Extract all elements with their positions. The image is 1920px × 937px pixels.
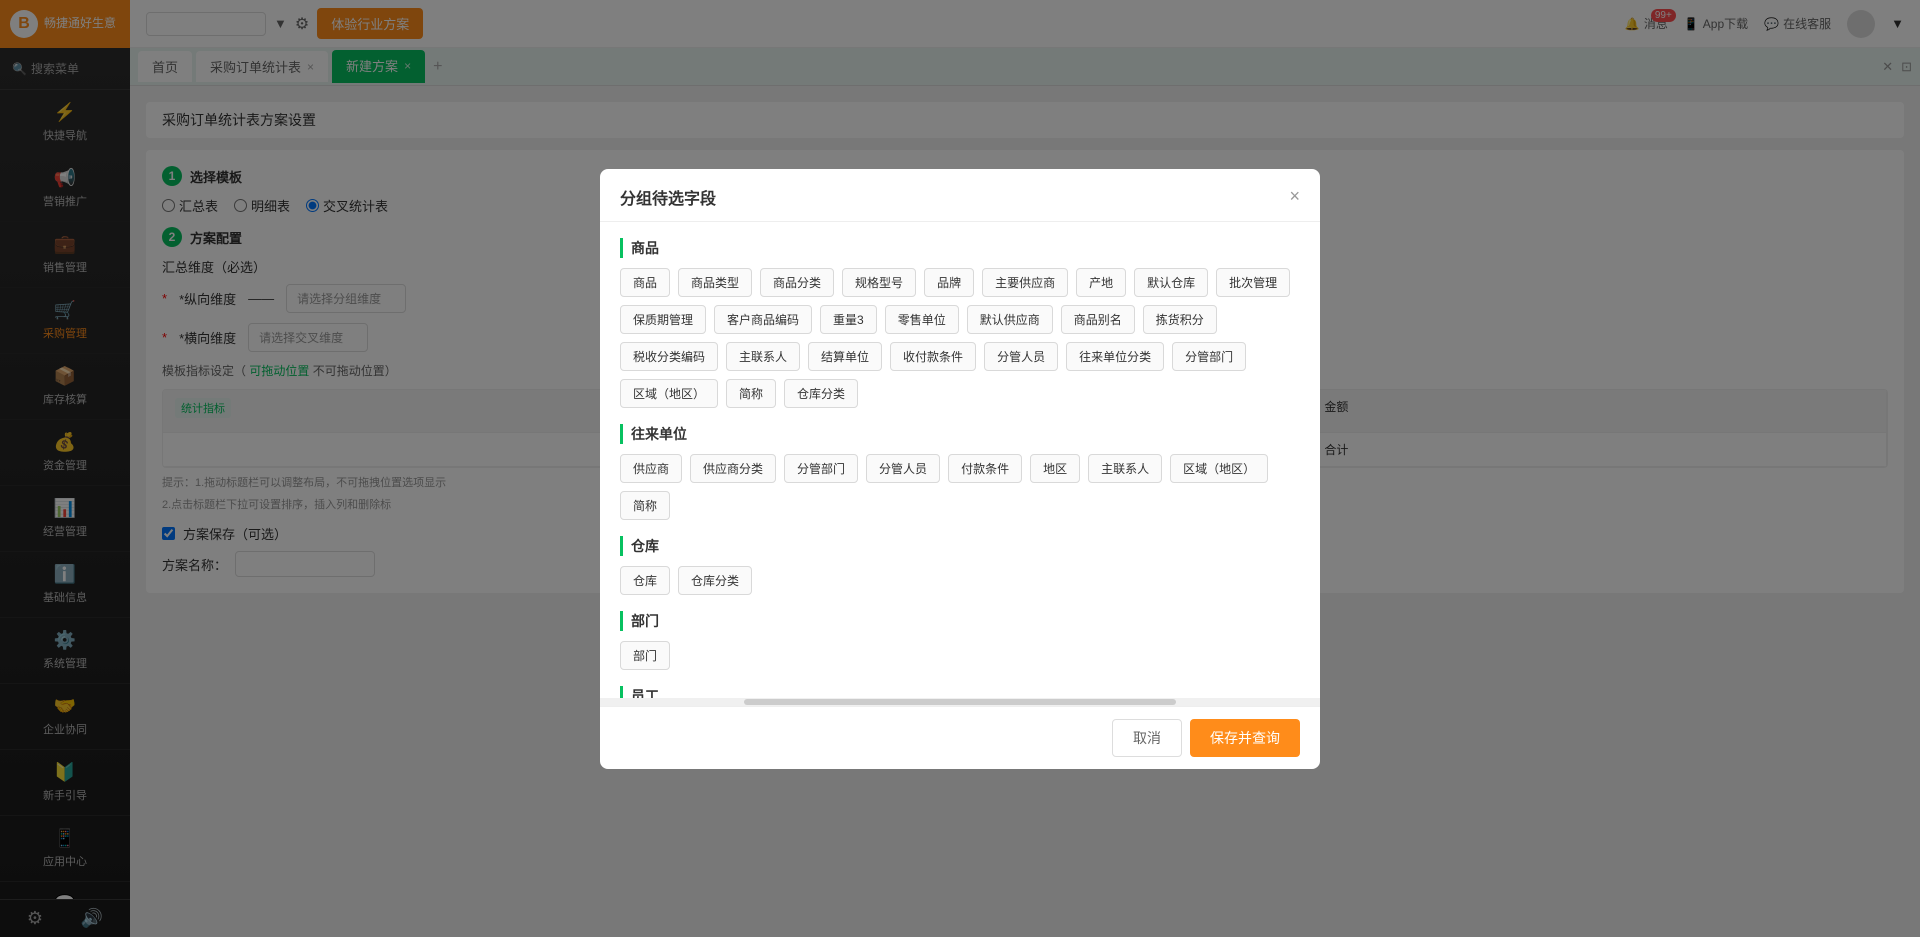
field-tag-goods-7[interactable]: 默认仓库 bbox=[1134, 268, 1208, 297]
field-tag-goods-24[interactable]: 简称 bbox=[726, 379, 776, 408]
field-tag-partner-1[interactable]: 供应商分类 bbox=[690, 454, 776, 483]
field-tags-goods: 商品 商品类型 商品分类 规格型号 品牌 主要供应商 产地 默认仓库 批次管理 … bbox=[620, 268, 1300, 408]
field-tag-partner-6[interactable]: 主联系人 bbox=[1088, 454, 1162, 483]
field-tags-partner: 供应商 供应商分类 分管部门 分管人员 付款条件 地区 主联系人 区域（地区） … bbox=[620, 454, 1300, 520]
field-tag-goods-0[interactable]: 商品 bbox=[620, 268, 670, 297]
field-tag-goods-11[interactable]: 重量3 bbox=[820, 305, 877, 334]
field-group-goods-title: 商品 bbox=[620, 238, 1300, 258]
field-tag-goods-20[interactable]: 分管人员 bbox=[984, 342, 1058, 371]
field-group-department-title: 部门 bbox=[620, 611, 1300, 631]
field-tag-goods-13[interactable]: 默认供应商 bbox=[967, 305, 1053, 334]
field-group-goods: 商品 商品 商品类型 商品分类 规格型号 品牌 主要供应商 产地 默认仓库 批次… bbox=[620, 238, 1300, 408]
modal-footer: 取消 保存并查询 bbox=[600, 706, 1320, 769]
field-tag-goods-5[interactable]: 主要供应商 bbox=[982, 268, 1068, 297]
field-group-partner-title: 往来单位 bbox=[620, 424, 1300, 444]
field-group-employee: 员工 业务员 bbox=[620, 686, 1300, 698]
field-group-department: 部门 部门 bbox=[620, 611, 1300, 670]
field-tag-goods-17[interactable]: 主联系人 bbox=[726, 342, 800, 371]
field-tag-goods-25[interactable]: 仓库分类 bbox=[784, 379, 858, 408]
field-tag-partner-4[interactable]: 付款条件 bbox=[948, 454, 1022, 483]
field-tag-goods-21[interactable]: 往来单位分类 bbox=[1066, 342, 1164, 371]
field-tag-goods-8[interactable]: 批次管理 bbox=[1216, 268, 1290, 297]
field-tag-goods-6[interactable]: 产地 bbox=[1076, 268, 1126, 297]
modal-close-button[interactable]: × bbox=[1289, 186, 1300, 207]
field-group-warehouse: 仓库 仓库 仓库分类 bbox=[620, 536, 1300, 595]
field-tag-goods-3[interactable]: 规格型号 bbox=[842, 268, 916, 297]
field-tag-warehouse-1[interactable]: 仓库分类 bbox=[678, 566, 752, 595]
field-group-employee-title: 员工 bbox=[620, 686, 1300, 698]
field-tag-partner-2[interactable]: 分管部门 bbox=[784, 454, 858, 483]
field-tag-goods-4[interactable]: 品牌 bbox=[924, 268, 974, 297]
field-tag-partner-5[interactable]: 地区 bbox=[1030, 454, 1080, 483]
modal-save-button[interactable]: 保存并查询 bbox=[1190, 719, 1300, 757]
field-tags-warehouse: 仓库 仓库分类 bbox=[620, 566, 1300, 595]
modal-cancel-button[interactable]: 取消 bbox=[1112, 719, 1182, 757]
field-tag-partner-8[interactable]: 简称 bbox=[620, 491, 670, 520]
field-tag-partner-7[interactable]: 区域（地区） bbox=[1170, 454, 1268, 483]
modal-body: 商品 商品 商品类型 商品分类 规格型号 品牌 主要供应商 产地 默认仓库 批次… bbox=[600, 222, 1320, 698]
modal-header: 分组待选字段 × bbox=[600, 169, 1320, 222]
modal-scrollbar-thumb[interactable] bbox=[744, 699, 1176, 705]
field-tag-partner-0[interactable]: 供应商 bbox=[620, 454, 682, 483]
field-tag-goods-10[interactable]: 客户商品编码 bbox=[714, 305, 812, 334]
field-tag-goods-12[interactable]: 零售单位 bbox=[885, 305, 959, 334]
field-selection-modal: 分组待选字段 × 商品 商品 商品类型 商品分类 规格型号 品牌 主要供应商 产… bbox=[600, 169, 1320, 769]
field-tag-goods-9[interactable]: 保质期管理 bbox=[620, 305, 706, 334]
field-tag-goods-22[interactable]: 分管部门 bbox=[1172, 342, 1246, 371]
field-group-warehouse-title: 仓库 bbox=[620, 536, 1300, 556]
field-tag-goods-19[interactable]: 收付款条件 bbox=[890, 342, 976, 371]
field-tag-goods-23[interactable]: 区域（地区） bbox=[620, 379, 718, 408]
field-tags-department: 部门 bbox=[620, 641, 1300, 670]
modal-scrollbar-track bbox=[600, 698, 1320, 706]
field-tag-goods-2[interactable]: 商品分类 bbox=[760, 268, 834, 297]
field-tag-partner-3[interactable]: 分管人员 bbox=[866, 454, 940, 483]
field-tag-goods-1[interactable]: 商品类型 bbox=[678, 268, 752, 297]
field-tag-goods-16[interactable]: 税收分类编码 bbox=[620, 342, 718, 371]
field-tag-goods-14[interactable]: 商品别名 bbox=[1061, 305, 1135, 334]
modal-overlay: 分组待选字段 × 商品 商品 商品类型 商品分类 规格型号 品牌 主要供应商 产… bbox=[0, 0, 1920, 937]
field-tag-department-0[interactable]: 部门 bbox=[620, 641, 670, 670]
field-group-partner: 往来单位 供应商 供应商分类 分管部门 分管人员 付款条件 地区 主联系人 区域… bbox=[620, 424, 1300, 520]
field-tag-goods-15[interactable]: 拣货积分 bbox=[1143, 305, 1217, 334]
field-tag-warehouse-0[interactable]: 仓库 bbox=[620, 566, 670, 595]
field-tag-goods-18[interactable]: 结算单位 bbox=[808, 342, 882, 371]
modal-title: 分组待选字段 bbox=[620, 185, 716, 209]
